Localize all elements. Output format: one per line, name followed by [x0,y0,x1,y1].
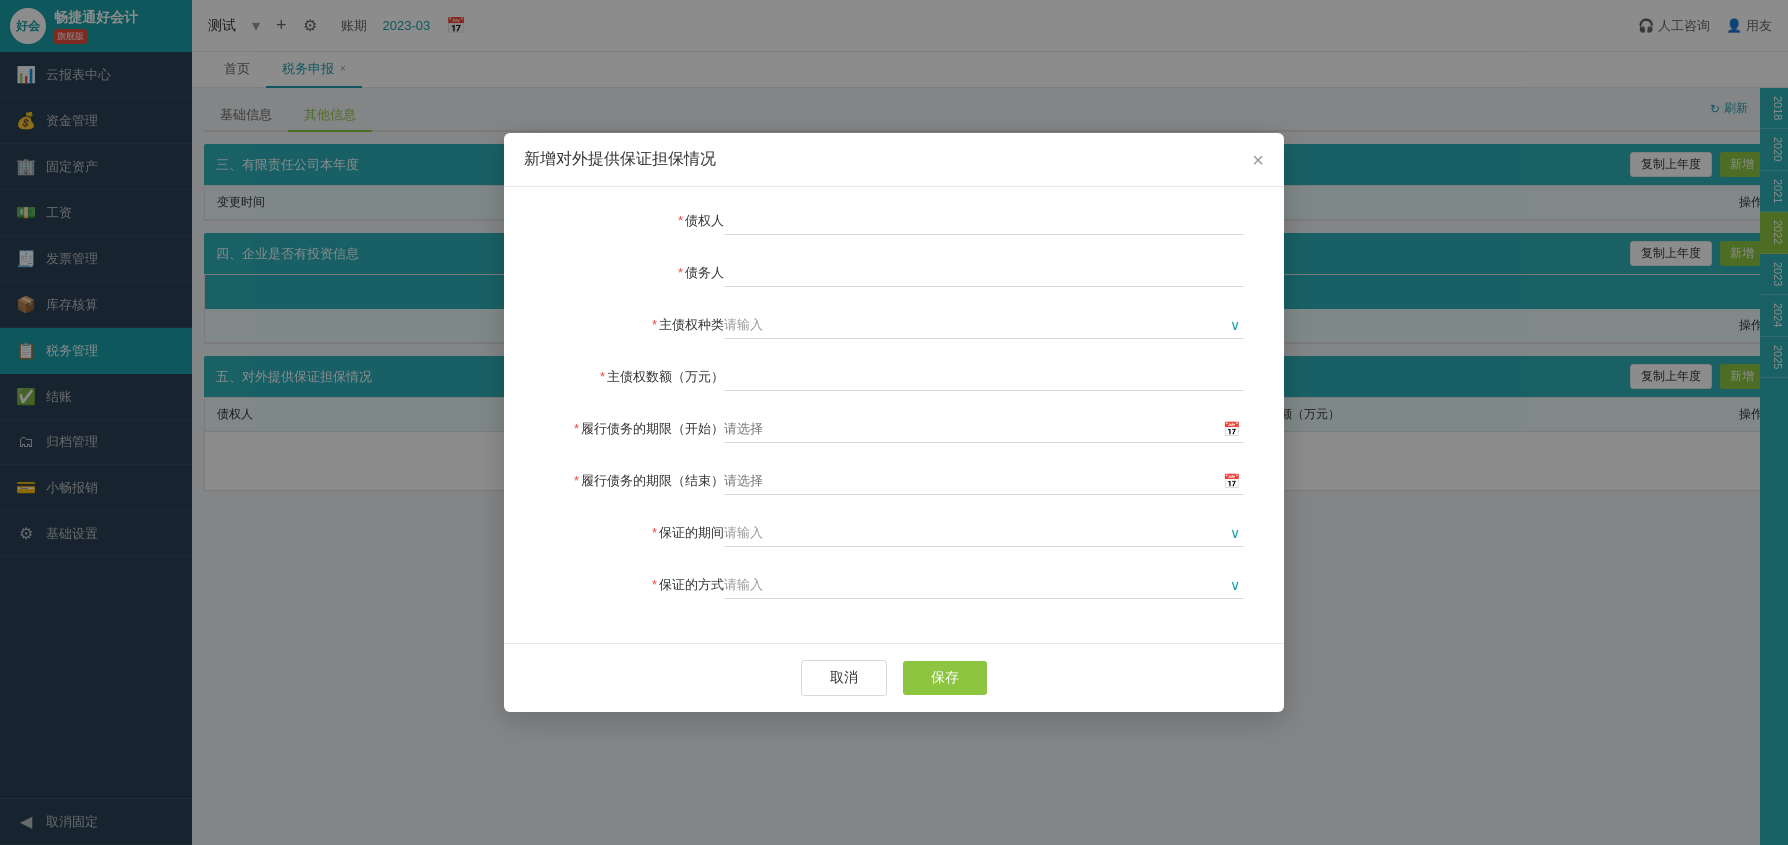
guarantee-period-select[interactable]: 请输入 [724,519,1244,547]
form-label-guarantee-method: *保证的方式 [544,576,724,594]
form-control-debtor [724,259,1244,287]
form-row-claim-amount: *主债权数额（万元） [544,363,1244,391]
form-control-period-start: 📅 [724,415,1244,443]
claim-amount-input[interactable] [724,363,1244,391]
modal-title: 新增对外提供保证担保情况 [524,149,716,170]
form-control-guarantee-method: 请输入 ∨ [724,571,1244,599]
form-label-period-end: *履行债务的期限（结束） [544,472,724,490]
form-label-period-start: *履行债务的期限（开始） [544,420,724,438]
period-end-input[interactable] [724,467,1244,495]
debtor-input[interactable] [724,259,1244,287]
claim-type-select[interactable]: 请输入 [724,311,1244,339]
modal-body: *债权人 *债务人 *主债权种类 [504,187,1284,643]
period-end-calendar-icon[interactable]: 📅 [1223,473,1240,489]
claim-type-select-wrapper: 请输入 ∨ [724,311,1244,339]
guarantee-method-select-wrapper: 请输入 ∨ [724,571,1244,599]
form-label-claim-amount: *主债权数额（万元） [544,368,724,386]
period-start-input[interactable] [724,415,1244,443]
modal-dialog: 新增对外提供保证担保情况 × *债权人 *债务人 [504,133,1284,712]
creditor-input[interactable] [724,207,1244,235]
guarantee-period-select-wrapper: 请输入 ∨ [724,519,1244,547]
period-start-wrapper: 📅 [724,415,1244,443]
form-label-claim-type: *主债权种类 [544,316,724,334]
guarantee-method-select[interactable]: 请输入 [724,571,1244,599]
form-row-claim-type: *主债权种类 请输入 ∨ [544,311,1244,339]
modal-overlay: 新增对外提供保证担保情况 × *债权人 *债务人 [0,0,1788,845]
form-row-guarantee-method: *保证的方式 请输入 ∨ [544,571,1244,599]
modal-header: 新增对外提供保证担保情况 × [504,133,1284,187]
period-end-wrapper: 📅 [724,467,1244,495]
form-control-claim-type: 请输入 ∨ [724,311,1244,339]
form-control-period-end: 📅 [724,467,1244,495]
cancel-button[interactable]: 取消 [801,660,887,696]
form-control-guarantee-period: 请输入 ∨ [724,519,1244,547]
form-row-period-start: *履行债务的期限（开始） 📅 [544,415,1244,443]
form-row-creditor: *债权人 [544,207,1244,235]
form-row-debtor: *债务人 [544,259,1244,287]
period-start-calendar-icon[interactable]: 📅 [1223,421,1240,437]
form-control-creditor [724,207,1244,235]
save-button[interactable]: 保存 [903,661,987,695]
form-label-creditor: *债权人 [544,212,724,230]
modal-close-button[interactable]: × [1252,150,1264,170]
form-row-guarantee-period: *保证的期间 请输入 ∨ [544,519,1244,547]
form-row-period-end: *履行债务的期限（结束） 📅 [544,467,1244,495]
form-label-debtor: *债务人 [544,264,724,282]
form-control-claim-amount [724,363,1244,391]
modal-footer: 取消 保存 [504,643,1284,712]
form-label-guarantee-period: *保证的期间 [544,524,724,542]
